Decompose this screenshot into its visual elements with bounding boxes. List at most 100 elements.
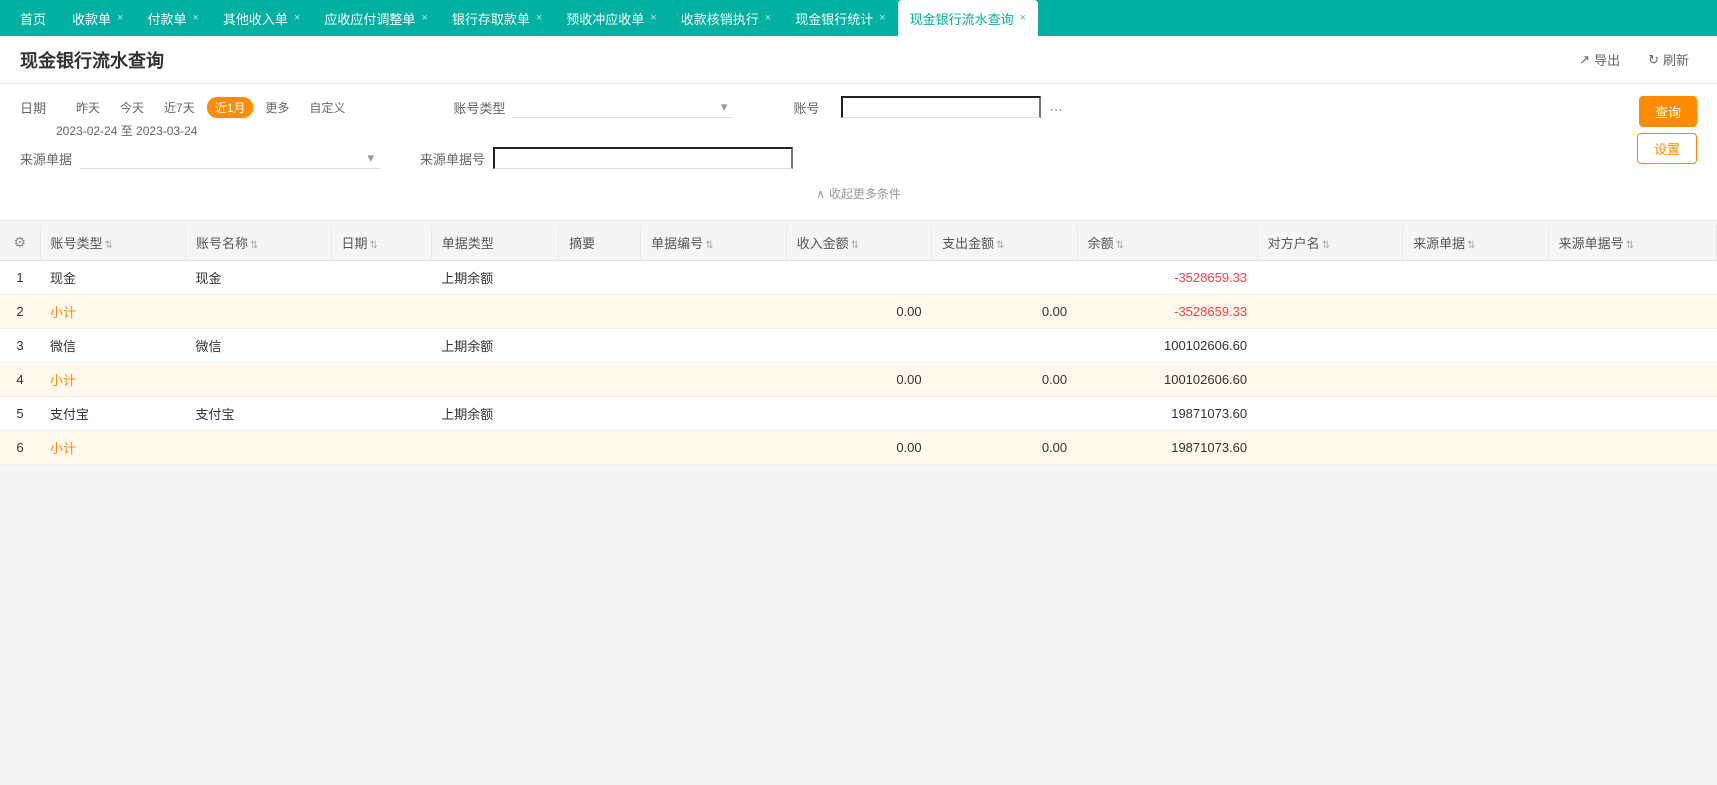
nav-tab-0[interactable]: 收款单× [60,0,135,36]
sort-icon-source_doc_no[interactable]: ⇅ [1626,240,1634,251]
row-counterpart-2 [1257,329,1403,363]
nav-tab-close-6[interactable]: × [765,12,771,24]
row-expense-4 [932,397,1078,431]
header-counterpart[interactable]: 对方户名⇅ [1257,225,1403,261]
row-summary-5 [559,431,641,465]
nav-tab-close-2[interactable]: × [294,12,300,24]
account-type-select[interactable]: ▾ [513,97,733,118]
refresh-button[interactable]: ↻ 刷新 [1640,46,1697,73]
row-index-1: 2 [0,295,40,329]
top-navigation: 首页 收款单×付款单×其他收入单×应收应付调整单×银行存取款单×预收冲应收单×收… [0,0,1717,36]
sort-icon-source_doc[interactable]: ⇅ [1467,240,1475,251]
nav-tab-label-7: 现金银行统计 [795,9,873,28]
row-summary-0 [559,261,641,295]
header-summary: 摘要 [559,225,641,261]
chevron-down-icon: ▾ [721,99,728,115]
header-expense[interactable]: 支出金额⇅ [932,225,1078,261]
nav-tab-2[interactable]: 其他收入单× [211,0,312,36]
sort-icon-expense[interactable]: ⇅ [996,240,1004,251]
nav-tab-close-8[interactable]: × [1020,12,1026,24]
row-source-doc-no-2 [1548,329,1716,363]
nav-tab-4[interactable]: 银行存取款单× [440,0,554,36]
source-doc-no-label: 来源单据号 [420,149,485,168]
date-shortcut-2[interactable]: 近7天 [156,97,203,118]
row-balance-2: 100102606.60 [1077,329,1257,363]
header-balance[interactable]: 余额⇅ [1077,225,1257,261]
query-button[interactable]: 查询 [1639,96,1697,127]
nav-tab-5[interactable]: 预收冲应收单× [554,0,668,36]
row-income-4 [786,397,932,431]
table-row: 6小计0.000.0019871073.60 [0,431,1717,465]
row-source-doc-5 [1403,431,1549,465]
row-account-name-4: 支付宝 [186,397,332,431]
nav-tab-6[interactable]: 收款核销执行× [669,0,783,36]
row-doc-type-4: 上期余额 [431,397,558,431]
nav-tab-8[interactable]: 现金银行流水查询 × [898,0,1038,36]
sort-icon-balance[interactable]: ⇅ [1116,240,1124,251]
row-summary-1 [559,295,641,329]
row-source-doc-4 [1403,397,1549,431]
gear-settings-icon[interactable]: ⚙ [13,234,26,250]
sort-icon-account_type[interactable]: ⇅ [105,240,113,251]
page-title: 现金银行流水查询 [20,47,164,73]
row-source-doc-2 [1403,329,1549,363]
nav-tab-label-8: 现金银行流水查询 [910,9,1014,28]
collapse-bar[interactable]: ∧ 收起更多条件 [20,179,1697,208]
nav-tab-close-4[interactable]: × [536,12,542,24]
header-date[interactable]: 日期⇅ [331,225,431,261]
date-shortcut-3[interactable]: 近1月 [207,97,254,118]
row-account-name-1 [186,295,332,329]
settings-button[interactable]: 设置 [1637,133,1697,164]
header-income[interactable]: 收入金额⇅ [786,225,932,261]
nav-tab-close-5[interactable]: × [650,12,656,24]
date-shortcut-0[interactable]: 昨天 [68,97,108,118]
sort-icon-doc_no[interactable]: ⇅ [705,240,713,251]
date-shortcut-1[interactable]: 今天 [112,97,152,118]
row-expense-0 [932,261,1078,295]
sort-icon-income[interactable]: ⇅ [851,240,859,251]
header-source_doc[interactable]: 来源单据⇅ [1403,225,1549,261]
header-doc_no[interactable]: 单据编号⇅ [641,225,787,261]
row-doc-type-1 [431,295,558,329]
header-account_name[interactable]: 账号名称⇅ [186,225,332,261]
refresh-icon: ↻ [1648,52,1659,68]
sort-icon-account_name[interactable]: ⇅ [250,240,258,251]
nav-tab-close-1[interactable]: × [192,12,198,24]
row-account-type-0: 现金 [40,261,186,295]
row-counterpart-5 [1257,431,1403,465]
header-account_type[interactable]: 账号类型⇅ [40,225,186,261]
date-filter-group: 日期 昨天今天近7天近1月更多自定义 [20,97,353,118]
nav-tab-3[interactable]: 应收应付调整单× [312,0,439,36]
date-shortcut-4[interactable]: 更多 [257,97,297,118]
row-source-doc-no-3 [1548,363,1716,397]
filter-area: 日期 昨天今天近7天近1月更多自定义 账号类型 ▾ 账号 ... [0,84,1717,221]
row-doc-type-3 [431,363,558,397]
table-container: ⚙账号类型⇅账号名称⇅日期⇅单据类型摘要单据编号⇅收入金额⇅支出金额⇅余额⇅对方… [0,225,1717,465]
nav-home[interactable]: 首页 [8,9,58,28]
source-doc-no-input[interactable] [493,147,793,169]
account-more-button[interactable]: ... [1049,98,1062,116]
row-index-2: 3 [0,329,40,363]
row-summary-4 [559,397,641,431]
nav-tab-1[interactable]: 付款单× [135,0,210,36]
source-doc-select[interactable]: ▾ [80,148,380,169]
collapse-icon: ∧ [816,187,825,201]
date-range-display: 2023-02-24 至 2023-03-24 [56,124,197,138]
sort-icon-date[interactable]: ⇅ [370,240,378,251]
account-input[interactable] [841,96,1041,118]
nav-tab-close-0[interactable]: × [117,12,123,24]
row-balance-1: -3528659.33 [1077,295,1257,329]
nav-tab-close-3[interactable]: × [421,12,427,24]
row-income-3: 0.00 [786,363,932,397]
nav-tab-7[interactable]: 现金银行统计 × [783,0,897,36]
date-shortcut-5[interactable]: 自定义 [301,97,353,118]
account-filter-group: 账号 ... [793,96,1062,118]
row-expense-2 [932,329,1078,363]
header-source_doc_no[interactable]: 来源单据号⇅ [1548,225,1716,261]
row-summary-2 [559,329,641,363]
export-button[interactable]: ↗ 导出 [1571,46,1628,73]
source-doc-label: 来源单据 [20,149,72,168]
sort-icon-counterpart[interactable]: ⇅ [1322,240,1330,251]
row-counterpart-3 [1257,363,1403,397]
nav-tab-close-7[interactable]: × [879,12,885,24]
